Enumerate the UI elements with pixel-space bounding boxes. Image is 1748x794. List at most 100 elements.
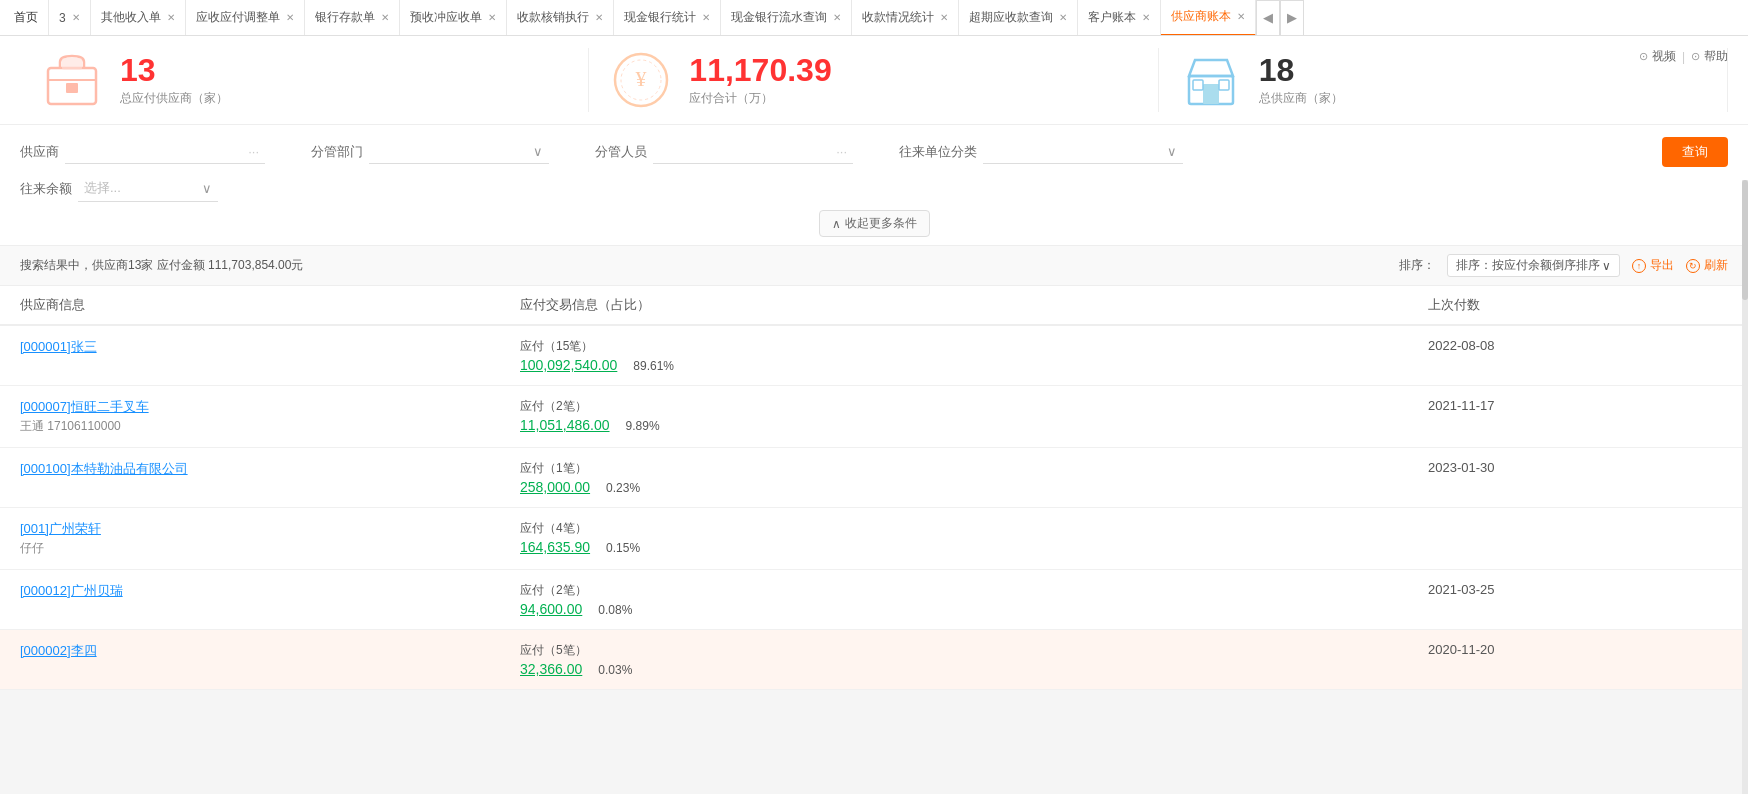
sep1: | <box>1682 50 1685 64</box>
lastpay-cell-0: 2022-08-08 <box>1428 338 1728 353</box>
tx-row-1: 应付 （2笔） <box>520 398 1428 415</box>
table-row: [000007]恒旺二手叉车 王通 17106110000 应付 （2笔） 11… <box>0 386 1748 448</box>
nav-tab-customer-ledger-label: 客户账本 <box>1088 9 1136 26</box>
nav-tab-other-income[interactable]: 其他收入单 ✕ <box>91 0 186 36</box>
nav-tab-cash-bank-stat-label: 现金银行统计 <box>624 9 696 26</box>
scroll-thumb[interactable] <box>1742 180 1748 300</box>
nav-tab-overdue-ar-close[interactable]: ✕ <box>1059 12 1067 23</box>
supplier-link-2[interactable]: [000100]本特勒油品有限公司 <box>20 460 520 478</box>
nav-tab-advance-ar-close[interactable]: ✕ <box>488 12 496 23</box>
last-pay-1: 2021-11-17 <box>1428 398 1495 413</box>
tx-percent-2: 0.23% <box>606 481 640 495</box>
dept-filter-select[interactable]: ∨ <box>369 140 549 164</box>
export-label: 导出 <box>1650 257 1674 274</box>
svg-rect-11 <box>1219 80 1229 90</box>
nav-tab-cash-bank-stat[interactable]: 现金银行统计 ✕ <box>614 0 721 36</box>
nav-tab-ar-ap-adjust-label: 应收应付调整单 <box>196 9 280 26</box>
nav-tab-advance-ar[interactable]: 预收冲应收单 ✕ <box>400 0 507 36</box>
tx-percent-5: 0.03% <box>598 663 632 677</box>
nav-tab-ar-ap-adjust-close[interactable]: ✕ <box>286 12 294 23</box>
sort-text: 排序：按应付余额倒序排序 <box>1456 257 1600 274</box>
tx-amount-2[interactable]: 258,000.00 <box>520 479 590 495</box>
balance-filter-select[interactable]: 选择... ∨ <box>78 175 218 202</box>
person-filter-input[interactable]: ··· <box>653 140 853 164</box>
nav-tab-customer-ledger-close[interactable]: ✕ <box>1142 12 1150 23</box>
result-bar: 搜索结果中，供应商13家 应付金额 111,703,854.00元 排序： 排序… <box>0 246 1748 286</box>
nav-tab-3-close[interactable]: ✕ <box>72 12 80 23</box>
balance-dropdown-icon: ∨ <box>202 181 212 196</box>
nav-right-arrow[interactable]: ▶ <box>1280 0 1304 36</box>
lastpay-cell-5: 2020-11-20 <box>1428 642 1728 657</box>
filter-unit-class: 往来单位分类 ∨ <box>899 140 1183 164</box>
nav-tab-cash-bank-flow[interactable]: 现金银行流水查询 ✕ <box>721 0 852 36</box>
ap-amount-number: 11,170.39 <box>689 54 831 86</box>
export-button[interactable]: ↑ 导出 <box>1632 257 1674 274</box>
search-button[interactable]: 查询 <box>1662 137 1728 167</box>
nav-tab-collection-stat[interactable]: 收款情况统计 ✕ <box>852 0 959 36</box>
tx-amount-5[interactable]: 32,366.00 <box>520 661 582 677</box>
nav-tab-collection-verify-label: 收款核销执行 <box>517 9 589 26</box>
filter-area: 供应商 ··· 分管部门 ∨ 分管人员 ··· 往来单位分类 ∨ <box>0 125 1748 246</box>
nav-tab-3[interactable]: 3 ✕ <box>49 0 91 36</box>
top-right-links: ⊙ 视频 | ⊙ 帮助 <box>1639 48 1728 65</box>
tx-cell-0: 应付 （15笔） 100,092,540.00 89.61% <box>520 338 1428 373</box>
refresh-button[interactable]: ↻ 刷新 <box>1686 257 1728 274</box>
tx-label-2: 应付 <box>520 460 544 477</box>
supplier-cell-1: [000007]恒旺二手叉车 王通 17106110000 <box>20 398 520 435</box>
nav-tab-other-income-close[interactable]: ✕ <box>167 12 175 23</box>
tx-amount-row-5: 32,366.00 0.03% <box>520 659 1428 677</box>
stat-ap-vendors: 13 总应付供应商（家） <box>20 48 589 112</box>
nav-tab-vendor-ledger-close[interactable]: ✕ <box>1237 11 1245 22</box>
refresh-icon: ↻ <box>1686 259 1700 273</box>
vendor-filter-input[interactable]: ··· <box>65 140 265 164</box>
supplier-link-0[interactable]: [000001]张三 <box>20 338 520 356</box>
collapse-button[interactable]: ∧ 收起更多条件 <box>819 210 930 237</box>
unit-class-filter-select[interactable]: ∨ <box>983 140 1183 164</box>
nav-tab-vendor-ledger[interactable]: 供应商账本 ✕ <box>1161 0 1256 36</box>
nav-tab-overdue-ar[interactable]: 超期应收款查询 ✕ <box>959 0 1078 36</box>
unit-class-dropdown-icon: ∨ <box>1167 144 1177 159</box>
tx-amount-4[interactable]: 94,600.00 <box>520 601 582 617</box>
tx-amount-row-2: 258,000.00 0.23% <box>520 477 1428 495</box>
table-row: [000012]广州贝瑞 应付 （2笔） 94,600.00 0.08% 202… <box>0 570 1748 630</box>
supplier-link-1[interactable]: [000007]恒旺二手叉车 <box>20 398 520 416</box>
tx-amount-1[interactable]: 11,051,486.00 <box>520 417 610 433</box>
nav-tab-ar-ap-adjust[interactable]: 应收应付调整单 ✕ <box>186 0 305 36</box>
tx-row-5: 应付 （5笔） <box>520 642 1428 659</box>
tx-amount-0[interactable]: 100,092,540.00 <box>520 357 617 373</box>
nav-tab-bank-deposit[interactable]: 银行存款单 ✕ <box>305 0 400 36</box>
tx-amount-3[interactable]: 164,635.90 <box>520 539 590 555</box>
nav-tab-bank-deposit-close[interactable]: ✕ <box>381 12 389 23</box>
nav-tab-other-income-label: 其他收入单 <box>101 9 161 26</box>
nav-tab-customer-ledger[interactable]: 客户账本 ✕ <box>1078 0 1161 36</box>
result-bar-controls: 排序： 排序：按应付余额倒序排序 ∨ ↑ 导出 ↻ 刷新 <box>1399 254 1728 277</box>
supplier-cell-2: [000100]本特勒油品有限公司 <box>20 460 520 478</box>
nav-tab-collection-stat-close[interactable]: ✕ <box>940 12 948 23</box>
stat-ap-vendors-content: 13 总应付供应商（家） <box>120 54 228 107</box>
scroll-bar[interactable] <box>1742 180 1748 794</box>
tx-cell-4: 应付 （2笔） 94,600.00 0.08% <box>520 582 1428 617</box>
lastpay-cell-4: 2021-03-25 <box>1428 582 1728 597</box>
help-link[interactable]: 帮助 <box>1704 48 1728 65</box>
sort-label: 排序： <box>1399 257 1435 274</box>
collapse-area: ∧ 收起更多条件 <box>20 210 1728 237</box>
table-row: [000002]李四 应付 （5笔） 32,366.00 0.03% 2020-… <box>0 630 1748 690</box>
nav-left-arrow[interactable]: ◀ <box>1256 0 1280 36</box>
nav-tab-collection-verify[interactable]: 收款核销执行 ✕ <box>507 0 614 36</box>
nav-tab-cash-bank-flow-close[interactable]: ✕ <box>833 12 841 23</box>
tx-label-1: 应付 <box>520 398 544 415</box>
nav-tab-collection-verify-close[interactable]: ✕ <box>595 12 603 23</box>
nav-tab-overdue-ar-label: 超期应收款查询 <box>969 9 1053 26</box>
video-link[interactable]: 视频 <box>1652 48 1676 65</box>
last-pay-0: 2022-08-08 <box>1428 338 1495 353</box>
nav-tab-cash-bank-stat-close[interactable]: ✕ <box>702 12 710 23</box>
supplier-link-5[interactable]: [000002]李四 <box>20 642 520 660</box>
stat-ap-amount-content: 11,170.39 应付合计（万） <box>689 54 831 107</box>
nav-tab-home[interactable]: 首页 <box>4 0 49 36</box>
sort-button[interactable]: 排序：按应付余额倒序排序 ∨ <box>1447 254 1620 277</box>
svg-rect-1 <box>62 58 82 70</box>
supplier-link-3[interactable]: [001]广州荣轩 <box>20 520 520 538</box>
supplier-link-4[interactable]: [000012]广州贝瑞 <box>20 582 520 600</box>
refresh-label: 刷新 <box>1704 257 1728 274</box>
nav-tab-advance-ar-label: 预收冲应收单 <box>410 9 482 26</box>
